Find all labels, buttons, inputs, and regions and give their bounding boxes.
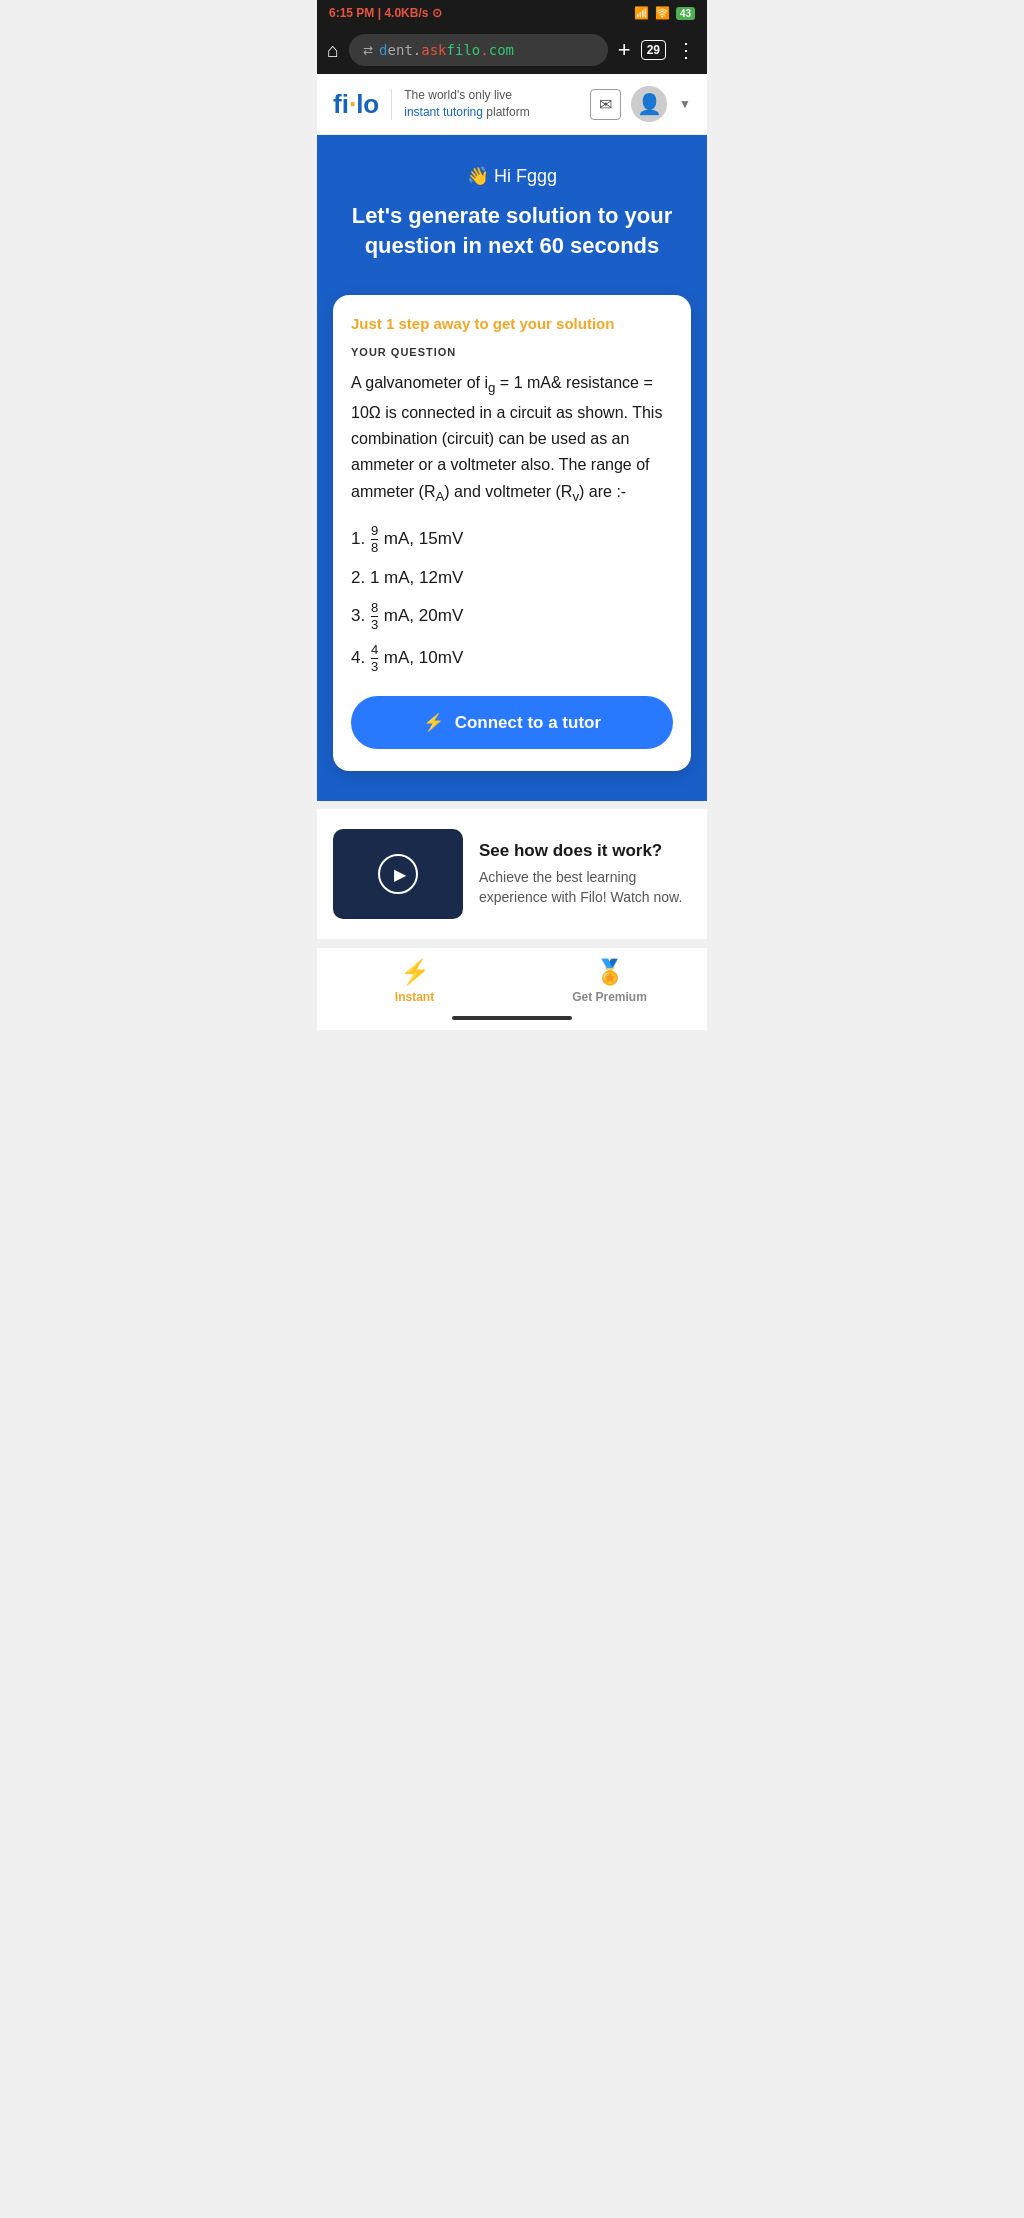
browser-menu-button[interactable]: ⋮: [676, 38, 697, 62]
premium-nav-label: Get Premium: [572, 990, 647, 1004]
connect-button-label: Connect to a tutor: [455, 713, 601, 732]
option-2: 2. 1 mA, 12mV: [351, 565, 673, 591]
question-text: A galvanometer of ig = 1 mA& resistance …: [351, 370, 673, 508]
filo-logo: fi·lo: [333, 89, 392, 120]
video-description: Achieve the best learning experience wit…: [479, 867, 691, 908]
bottom-section-separator: [317, 939, 707, 947]
url-text: dent.askfilo.com: [379, 42, 514, 58]
fraction-4-3: 43: [371, 643, 378, 675]
header-icons: ✉ 👤 ▼: [590, 86, 691, 122]
new-tab-button[interactable]: +: [618, 37, 631, 63]
browser-home-icon[interactable]: ⌂: [327, 39, 339, 62]
signal-icon: 📶: [634, 6, 649, 20]
battery-icon: 43: [676, 7, 695, 20]
lock-icon: ⇄: [363, 43, 373, 57]
status-time-network: 6:15 PM | 4.0KB/s ⊙: [329, 6, 442, 20]
section-separator: [317, 801, 707, 809]
option-1: 1. 98 mA, 15mV: [351, 524, 673, 556]
wifi-icon: 🛜: [655, 6, 670, 20]
nav-item-instant[interactable]: ⚡ Instant: [317, 958, 512, 1004]
connect-tutor-button[interactable]: ⚡ Connect to a tutor: [351, 696, 673, 749]
video-title: See how does it work?: [479, 841, 691, 861]
nav-item-premium[interactable]: 🏅 Get Premium: [512, 958, 707, 1004]
chevron-down-icon[interactable]: ▼: [679, 97, 691, 111]
url-bar[interactable]: ⇄ dent.askfilo.com: [349, 34, 608, 66]
question-label: YOUR QUESTION: [351, 346, 673, 358]
app-header: fi·lo The world's only live instant tuto…: [317, 74, 707, 135]
home-bar: [452, 1016, 572, 1020]
video-info: See how does it work? Achieve the best l…: [479, 841, 691, 908]
bottom-nav: ⚡ Instant 🏅 Get Premium: [317, 947, 707, 1010]
avatar[interactable]: 👤: [631, 86, 667, 122]
instant-nav-label: Instant: [395, 990, 434, 1004]
video-section: ▶ See how does it work? Achieve the best…: [317, 809, 707, 939]
mail-button[interactable]: ✉: [590, 89, 621, 120]
question-card-wrapper: Just 1 step away to get your solution YO…: [317, 295, 707, 801]
premium-icon: 🏅: [595, 958, 625, 986]
option-3: 3. 83 mA, 20mV: [351, 601, 673, 633]
greeting-text: 👋 Hi Fggg: [337, 165, 687, 187]
browser-bar: ⌂ ⇄ dent.askfilo.com + 29 ⋮: [317, 26, 707, 74]
hero-section: 👋 Hi Fggg Let's generate solution to you…: [317, 135, 707, 295]
option-4: 4. 43 mA, 10mV: [351, 643, 673, 675]
play-button[interactable]: ▶: [378, 854, 418, 894]
video-thumbnail[interactable]: ▶: [333, 829, 463, 919]
tagline: The world's only live instant tutoring p…: [404, 87, 590, 121]
fraction-9-8: 98: [371, 524, 378, 556]
fraction-8-3: 83: [371, 601, 378, 633]
status-right-icons: 📶 🛜 43: [634, 6, 695, 20]
question-card: Just 1 step away to get your solution YO…: [333, 295, 691, 771]
step-label: Just 1 step away to get your solution: [351, 315, 673, 332]
options-list: 1. 98 mA, 15mV 2. 1 mA, 12mV 3. 83 mA, 2…: [351, 524, 673, 674]
instant-icon: ⚡: [400, 958, 430, 986]
hero-title: Let's generate solution to your question…: [337, 201, 687, 260]
instant-text: instant tutoring: [404, 105, 483, 119]
home-indicator: [317, 1010, 707, 1030]
status-bar: 6:15 PM | 4.0KB/s ⊙ 📶 🛜 43: [317, 0, 707, 26]
tab-count[interactable]: 29: [641, 40, 666, 60]
lightning-icon: ⚡: [423, 713, 444, 732]
browser-actions: + 29 ⋮: [618, 37, 697, 63]
